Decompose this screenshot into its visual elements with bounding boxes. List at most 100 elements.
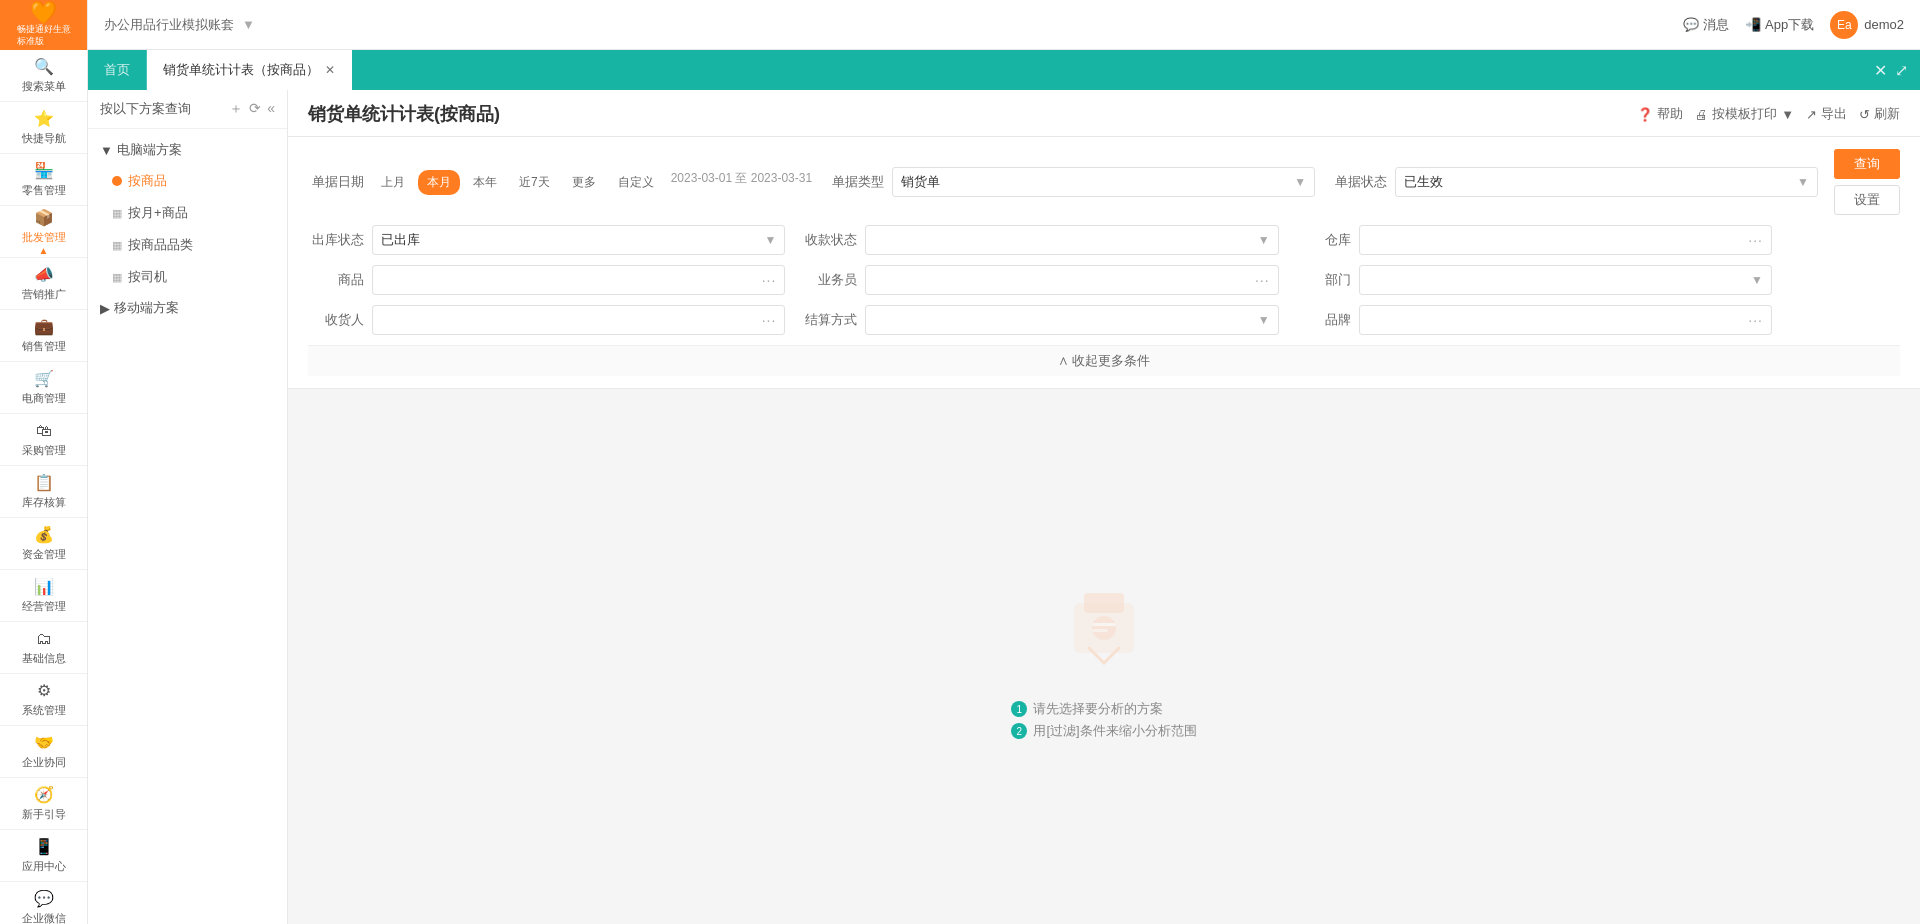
warehouse-field: 仓库 ··· — [1295, 225, 1772, 255]
sidebar-item-basic[interactable]: 🗂 基础信息 — [0, 622, 87, 674]
sidebar-item-label-purchase: 采购管理 — [22, 443, 66, 458]
right-panel: 销货单统计计表(按商品) ❓ 帮助 🖨 按模板打印 ▼ ↗ — [288, 90, 1920, 924]
sidebar-item-label-retail: 零售管理 — [22, 183, 66, 198]
salesperson-dots-icon: ··· — [1255, 272, 1270, 288]
page-actions: ❓ 帮助 🖨 按模板打印 ▼ ↗ 导出 ↺ — [1637, 105, 1900, 123]
message-label: 消息 — [1703, 16, 1729, 34]
brand-input[interactable]: ··· — [1359, 305, 1772, 335]
date-tab-more[interactable]: 更多 — [563, 170, 605, 195]
tab-home[interactable]: 首页 — [88, 50, 147, 90]
sidebar-item-operations[interactable]: 📊 经营管理 — [0, 570, 87, 622]
date-tab-last-month[interactable]: 上月 — [372, 170, 414, 195]
tree-item-by-month-goods[interactable]: ▦ 按月+商品 — [88, 197, 287, 229]
print-btn[interactable]: 🖨 按模板打印 ▼ — [1695, 105, 1794, 123]
tab-close-icon[interactable]: ✕ — [325, 63, 335, 77]
empty-tip-1: 1 请先选择要分析的方案 — [1011, 700, 1196, 718]
tree-group-desktop[interactable]: ▼ 电脑端方案 — [88, 135, 287, 165]
export-btn[interactable]: ↗ 导出 — [1806, 105, 1847, 123]
marketing-icon: 📣 — [34, 265, 54, 284]
doc-status-label: 单据状态 — [1331, 173, 1387, 191]
tree-item-by-driver[interactable]: ▦ 按司机 — [88, 261, 287, 293]
date-filter-field: 单据日期 上月 本月 本年 近7天 更多 自定义 2023-03-01 至 20… — [308, 170, 812, 195]
date-tab-last-7-days[interactable]: 近7天 — [510, 170, 559, 195]
left-panel-header: 按以下方案查询 ＋ ⟳ « — [88, 90, 287, 129]
search-button[interactable]: 查询 — [1834, 149, 1900, 179]
app-download-btn[interactable]: 📲 App下载 — [1745, 16, 1814, 34]
app-download-icon: 📲 — [1745, 17, 1761, 32]
salesperson-input[interactable]: ··· — [865, 265, 1278, 295]
tree-item-driver-icon: ▦ — [112, 271, 122, 284]
retail-icon: 🏪 — [34, 161, 54, 180]
tree-group-desktop-label: 电脑端方案 — [117, 141, 182, 159]
sidebar-item-purchase[interactable]: 🛍 采购管理 — [0, 414, 87, 466]
sidebar-item-appstore[interactable]: 📱 应用中心 — [0, 830, 87, 882]
message-btn[interactable]: 💬 消息 — [1683, 16, 1729, 34]
sidebar-item-guide[interactable]: 🧭 新手引导 — [0, 778, 87, 830]
department-input[interactable]: ▼ — [1359, 265, 1772, 295]
refresh-scheme-btn[interactable]: ⟳ — [249, 100, 261, 118]
sidebar-item-marketing[interactable]: 📣 营销推广 — [0, 258, 87, 310]
date-tab-this-month[interactable]: 本月 — [418, 170, 460, 195]
goods-input[interactable]: ··· — [372, 265, 785, 295]
tab-bar: 首页 销货单统计计表（按商品） ✕ ✕ ⤢ — [88, 50, 1920, 90]
collapse-row[interactable]: ∧ 收起更多条件 — [308, 345, 1900, 376]
tree-item-by-goods-category-label: 按商品品类 — [128, 236, 193, 254]
tab-maximize-btn[interactable]: ⤢ — [1895, 61, 1908, 80]
sidebar-item-system[interactable]: ⚙ 系统管理 — [0, 674, 87, 726]
tip-text-2: 用[过滤]条件来缩小分析范围 — [1033, 722, 1196, 740]
help-btn[interactable]: ❓ 帮助 — [1637, 105, 1683, 123]
export-icon: ↗ — [1806, 107, 1817, 122]
refresh-btn[interactable]: ↺ 刷新 — [1859, 105, 1900, 123]
basic-icon: 🗂 — [36, 630, 52, 648]
tab-bar-right: ✕ ⤢ — [1874, 61, 1920, 80]
date-tab-this-year[interactable]: 本年 — [464, 170, 506, 195]
doc-type-input[interactable]: 销货单 ▼ — [892, 167, 1315, 197]
sidebar-item-label-system: 系统管理 — [22, 703, 66, 718]
tree-item-by-goods-category[interactable]: ▦ 按商品品类 — [88, 229, 287, 261]
sidebar-item-wechat[interactable]: 💬 企业微信 — [0, 882, 87, 924]
empty-tip-2: 2 用[过滤]条件来缩小分析范围 — [1011, 722, 1196, 740]
sidebar-item-search[interactable]: 🔍 搜索菜单 — [0, 50, 87, 102]
payment-method-label: 结算方式 — [801, 311, 857, 329]
help-icon: ❓ — [1637, 107, 1653, 122]
warehouse-input[interactable]: ··· — [1359, 225, 1772, 255]
tab-close-window-btn[interactable]: ✕ — [1874, 61, 1887, 80]
collapse-label: 收起更多条件 — [1072, 353, 1150, 368]
sidebar-item-label-ecommerce: 电商管理 — [22, 391, 66, 406]
sidebar-item-label-finance: 资金管理 — [22, 547, 66, 562]
sidebar-item-shortcut[interactable]: ⭐ 快捷导航 — [0, 102, 87, 154]
user-avatar: Ea — [1830, 11, 1858, 39]
sidebar-item-finance[interactable]: 💰 资金管理 — [0, 518, 87, 570]
sidebar-item-label-search: 搜索菜单 — [22, 79, 66, 94]
user-profile-btn[interactable]: Ea demo2 — [1830, 11, 1904, 39]
tab-sales-stats[interactable]: 销货单统计计表（按商品） ✕ — [147, 50, 352, 90]
tree-item-by-month-goods-label: 按月+商品 — [128, 204, 188, 222]
payment-method-input[interactable]: ▼ — [865, 305, 1278, 335]
date-tab-custom[interactable]: 自定义 — [609, 170, 663, 195]
help-label: 帮助 — [1657, 105, 1683, 123]
appstore-icon: 📱 — [34, 837, 54, 856]
sidebar-item-inventory[interactable]: 📋 库存核算 — [0, 466, 87, 518]
collapse-panel-btn[interactable]: « — [267, 100, 275, 118]
left-panel: 按以下方案查询 ＋ ⟳ « ▼ 电脑端方案 按商品 ▦ — [88, 90, 288, 924]
doc-status-input[interactable]: 已生效 ▼ — [1395, 167, 1818, 197]
app-logo: 🧡 畅捷通好生意标准版 — [0, 0, 87, 50]
sidebar-item-label-sales: 销售管理 — [22, 339, 66, 354]
settings-button[interactable]: 设置 — [1834, 185, 1900, 215]
payment-method-field: 结算方式 ▼ — [801, 305, 1278, 335]
sidebar-item-enterprise[interactable]: 🤝 企业协同 — [0, 726, 87, 778]
out-status-arrow-icon: ▼ — [764, 233, 776, 247]
sidebar-item-wholesale[interactable]: 📦 批发管理 ▲ — [0, 206, 87, 258]
department-label: 部门 — [1295, 271, 1351, 289]
payment-status-input[interactable]: ▼ — [865, 225, 1278, 255]
sidebar-item-sales[interactable]: 💼 销售管理 — [0, 310, 87, 362]
sidebar-item-ecommerce[interactable]: 🛒 电商管理 — [0, 362, 87, 414]
tree-item-by-goods[interactable]: 按商品 — [88, 165, 287, 197]
sidebar-item-retail[interactable]: 🏪 零售管理 — [0, 154, 87, 206]
out-status-input[interactable]: 已出库 ▼ — [372, 225, 785, 255]
purchase-icon: 🛍 — [36, 422, 52, 440]
recipient-input[interactable]: ··· — [372, 305, 785, 335]
add-scheme-btn[interactable]: ＋ — [229, 100, 243, 118]
tree-group-mobile[interactable]: ▶ 移动端方案 — [88, 293, 287, 323]
sidebar-item-label-basic: 基础信息 — [22, 651, 66, 666]
